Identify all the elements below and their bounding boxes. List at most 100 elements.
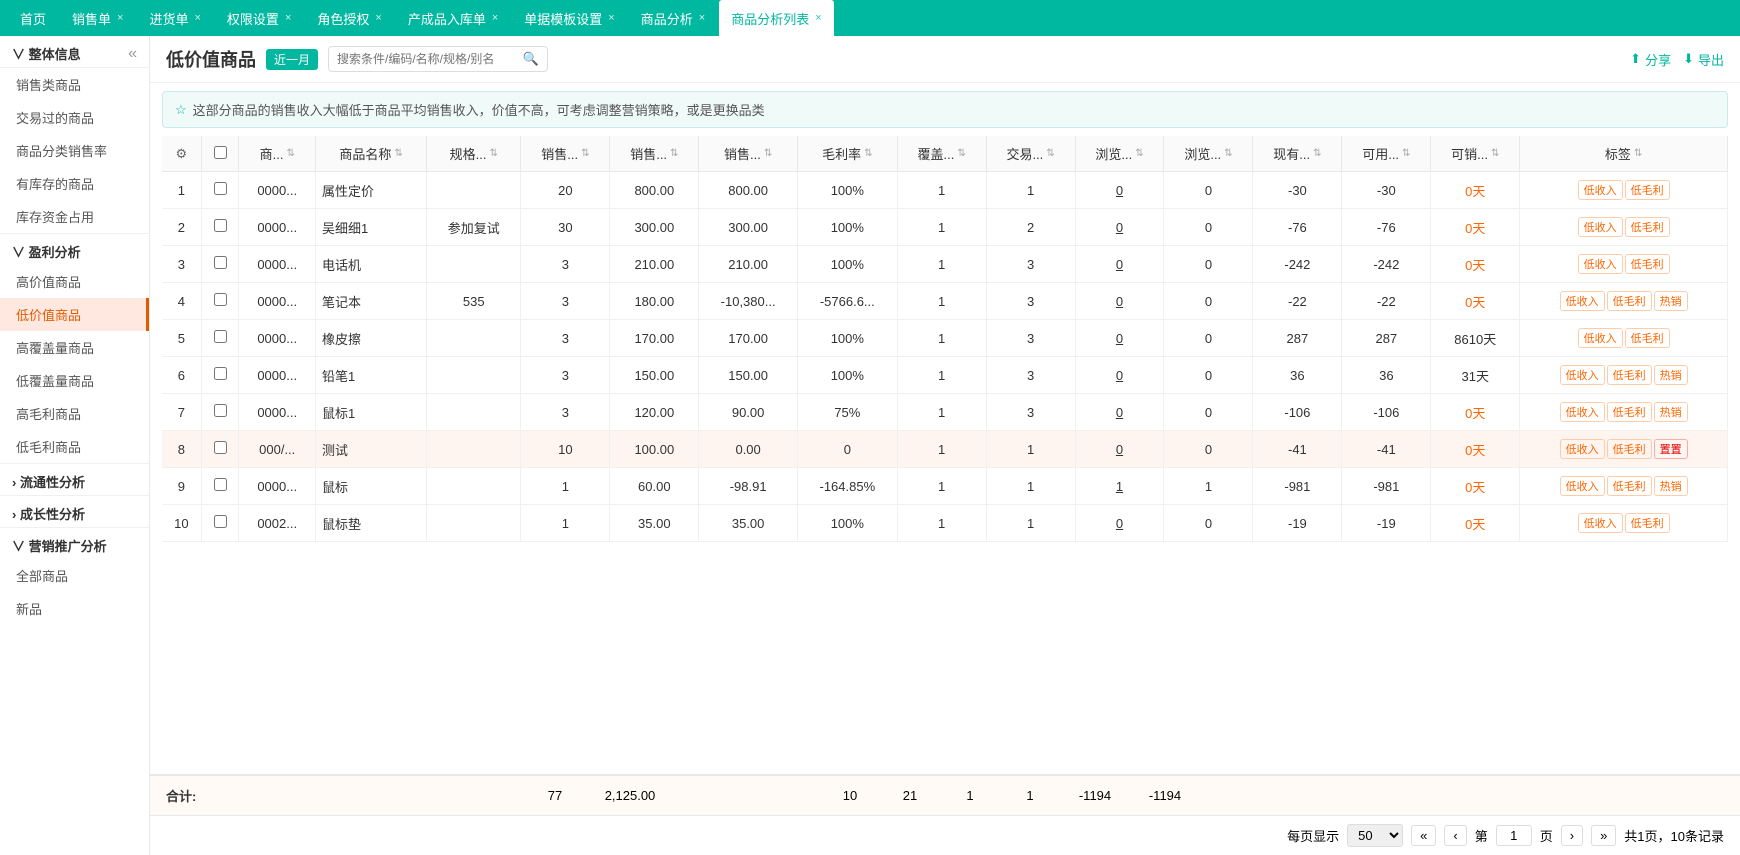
col-available[interactable]: 可用...⇅	[1342, 136, 1431, 172]
last-page-button[interactable]: »	[1591, 825, 1616, 846]
nav-template[interactable]: 单据模板设置 ×	[512, 0, 626, 36]
nav-purchase[interactable]: 进货单 ×	[137, 0, 212, 36]
browse-link[interactable]: 0	[1116, 405, 1123, 420]
sidebar-item-all-goods[interactable]: 全部商品	[0, 559, 149, 592]
export-button[interactable]: ⬇ 导出	[1683, 50, 1724, 69]
row-browse1[interactable]: 0	[1075, 209, 1164, 246]
sidebar-group-circulation[interactable]: › 流通性分析	[0, 463, 149, 495]
row-browse1[interactable]: 1	[1075, 468, 1164, 505]
sidebar-item-stock-goods[interactable]: 有库存的商品	[0, 167, 149, 200]
browse-link[interactable]: 0	[1116, 294, 1123, 309]
close-icon[interactable]: ×	[815, 12, 821, 24]
row-select-checkbox[interactable]	[214, 367, 227, 380]
close-icon[interactable]: ×	[375, 12, 381, 24]
row-browse1[interactable]: 0	[1075, 172, 1164, 209]
row-checkbox[interactable]	[201, 172, 239, 209]
next-page-button[interactable]: ›	[1561, 825, 1583, 846]
col-cover[interactable]: 覆盖...⇅	[897, 136, 986, 172]
row-checkbox[interactable]	[201, 246, 239, 283]
col-spec[interactable]: 规格...⇅	[427, 136, 521, 172]
sidebar-item-traded-goods[interactable]: 交易过的商品	[0, 101, 149, 134]
col-margin[interactable]: 毛利率⇅	[797, 136, 897, 172]
date-filter-tag[interactable]: 近一月	[266, 49, 318, 70]
row-checkbox[interactable]	[201, 394, 239, 431]
close-icon[interactable]: ×	[285, 12, 291, 24]
browse-link[interactable]: 0	[1116, 220, 1123, 235]
row-select-checkbox[interactable]	[214, 404, 227, 417]
sidebar-item-sales-goods[interactable]: 销售类商品	[0, 68, 149, 101]
sidebar-item-low-coverage[interactable]: 低覆盖量商品	[0, 364, 149, 397]
col-sales3[interactable]: 销售...⇅	[699, 136, 798, 172]
row-select-checkbox[interactable]	[214, 515, 227, 528]
browse-link[interactable]: 0	[1116, 516, 1123, 531]
prev-page-button[interactable]: ‹	[1444, 825, 1466, 846]
row-browse1[interactable]: 0	[1075, 505, 1164, 542]
sidebar-item-new-goods[interactable]: 新品	[0, 592, 149, 625]
search-box[interactable]: 🔍	[328, 46, 548, 72]
browse-link[interactable]: 0	[1116, 257, 1123, 272]
nav-product-analysis[interactable]: 商品分析 ×	[629, 0, 717, 36]
row-checkbox[interactable]	[201, 283, 239, 320]
sidebar-item-category-sales[interactable]: 商品分类销售率	[0, 134, 149, 167]
col-browse2[interactable]: 浏览...⇅	[1164, 136, 1253, 172]
row-select-checkbox[interactable]	[214, 478, 227, 491]
per-page-select[interactable]: 50 100 200	[1347, 824, 1403, 847]
row-browse1[interactable]: 0	[1075, 283, 1164, 320]
close-icon[interactable]: ×	[608, 12, 614, 24]
sidebar-item-high-margin[interactable]: 高毛利商品	[0, 397, 149, 430]
col-name[interactable]: 商品名称⇅	[316, 136, 427, 172]
col-sales1[interactable]: 销售...⇅	[521, 136, 610, 172]
sidebar-item-low-value[interactable]: 低价值商品	[0, 298, 149, 331]
sidebar-collapse-btn[interactable]: «	[128, 45, 137, 63]
select-all-checkbox[interactable]	[214, 146, 227, 159]
col-gear[interactable]: ⚙	[162, 136, 201, 172]
col-current[interactable]: 现有...⇅	[1253, 136, 1342, 172]
close-icon[interactable]: ×	[492, 12, 498, 24]
col-browse1[interactable]: 浏览...⇅	[1075, 136, 1164, 172]
nav-roles[interactable]: 角色授权 ×	[305, 0, 393, 36]
browse-link[interactable]: 0	[1116, 368, 1123, 383]
row-checkbox[interactable]	[201, 505, 239, 542]
nav-product-analysis-list[interactable]: 商品分析列表 ×	[719, 0, 833, 36]
row-browse1[interactable]: 0	[1075, 320, 1164, 357]
row-browse1[interactable]: 0	[1075, 431, 1164, 468]
col-sales2[interactable]: 销售...⇅	[610, 136, 699, 172]
row-checkbox[interactable]	[201, 209, 239, 246]
search-input[interactable]	[337, 52, 519, 66]
row-browse1[interactable]: 0	[1075, 357, 1164, 394]
col-sellable[interactable]: 可销...⇅	[1431, 136, 1520, 172]
row-checkbox[interactable]	[201, 320, 239, 357]
row-select-checkbox[interactable]	[214, 256, 227, 269]
nav-home[interactable]: 首页	[8, 0, 58, 36]
first-page-button[interactable]: «	[1411, 825, 1436, 846]
row-checkbox[interactable]	[201, 468, 239, 505]
browse-link[interactable]: 0	[1116, 331, 1123, 346]
search-icon[interactable]: 🔍	[523, 51, 539, 67]
nav-production[interactable]: 产成品入库单 ×	[396, 0, 510, 36]
row-select-checkbox[interactable]	[214, 182, 227, 195]
row-browse1[interactable]: 0	[1075, 246, 1164, 283]
sidebar-item-high-coverage[interactable]: 高覆盖量商品	[0, 331, 149, 364]
close-icon[interactable]: ×	[699, 12, 705, 24]
row-select-checkbox[interactable]	[214, 330, 227, 343]
sidebar-item-high-value[interactable]: 高价值商品	[0, 265, 149, 298]
row-browse1[interactable]: 0	[1075, 394, 1164, 431]
col-tags[interactable]: 标签⇅	[1520, 136, 1728, 172]
nav-permissions[interactable]: 权限设置 ×	[215, 0, 303, 36]
browse-link[interactable]: 0	[1116, 442, 1123, 457]
row-select-checkbox[interactable]	[214, 219, 227, 232]
sidebar-item-stock-fund[interactable]: 库存资金占用	[0, 200, 149, 233]
row-checkbox[interactable]	[201, 431, 239, 468]
browse-link[interactable]: 1	[1116, 479, 1123, 494]
row-select-checkbox[interactable]	[214, 293, 227, 306]
sidebar-item-low-margin[interactable]: 低毛利商品	[0, 430, 149, 463]
sidebar-group-growth[interactable]: › 成长性分析	[0, 495, 149, 527]
close-icon[interactable]: ×	[117, 12, 123, 24]
row-checkbox[interactable]	[201, 357, 239, 394]
close-icon[interactable]: ×	[194, 12, 200, 24]
page-number-input[interactable]	[1496, 825, 1532, 846]
share-button[interactable]: ⬆ 分享	[1630, 50, 1671, 69]
row-select-checkbox[interactable]	[214, 441, 227, 454]
browse-link[interactable]: 0	[1116, 183, 1123, 198]
col-checkbox[interactable]	[201, 136, 239, 172]
